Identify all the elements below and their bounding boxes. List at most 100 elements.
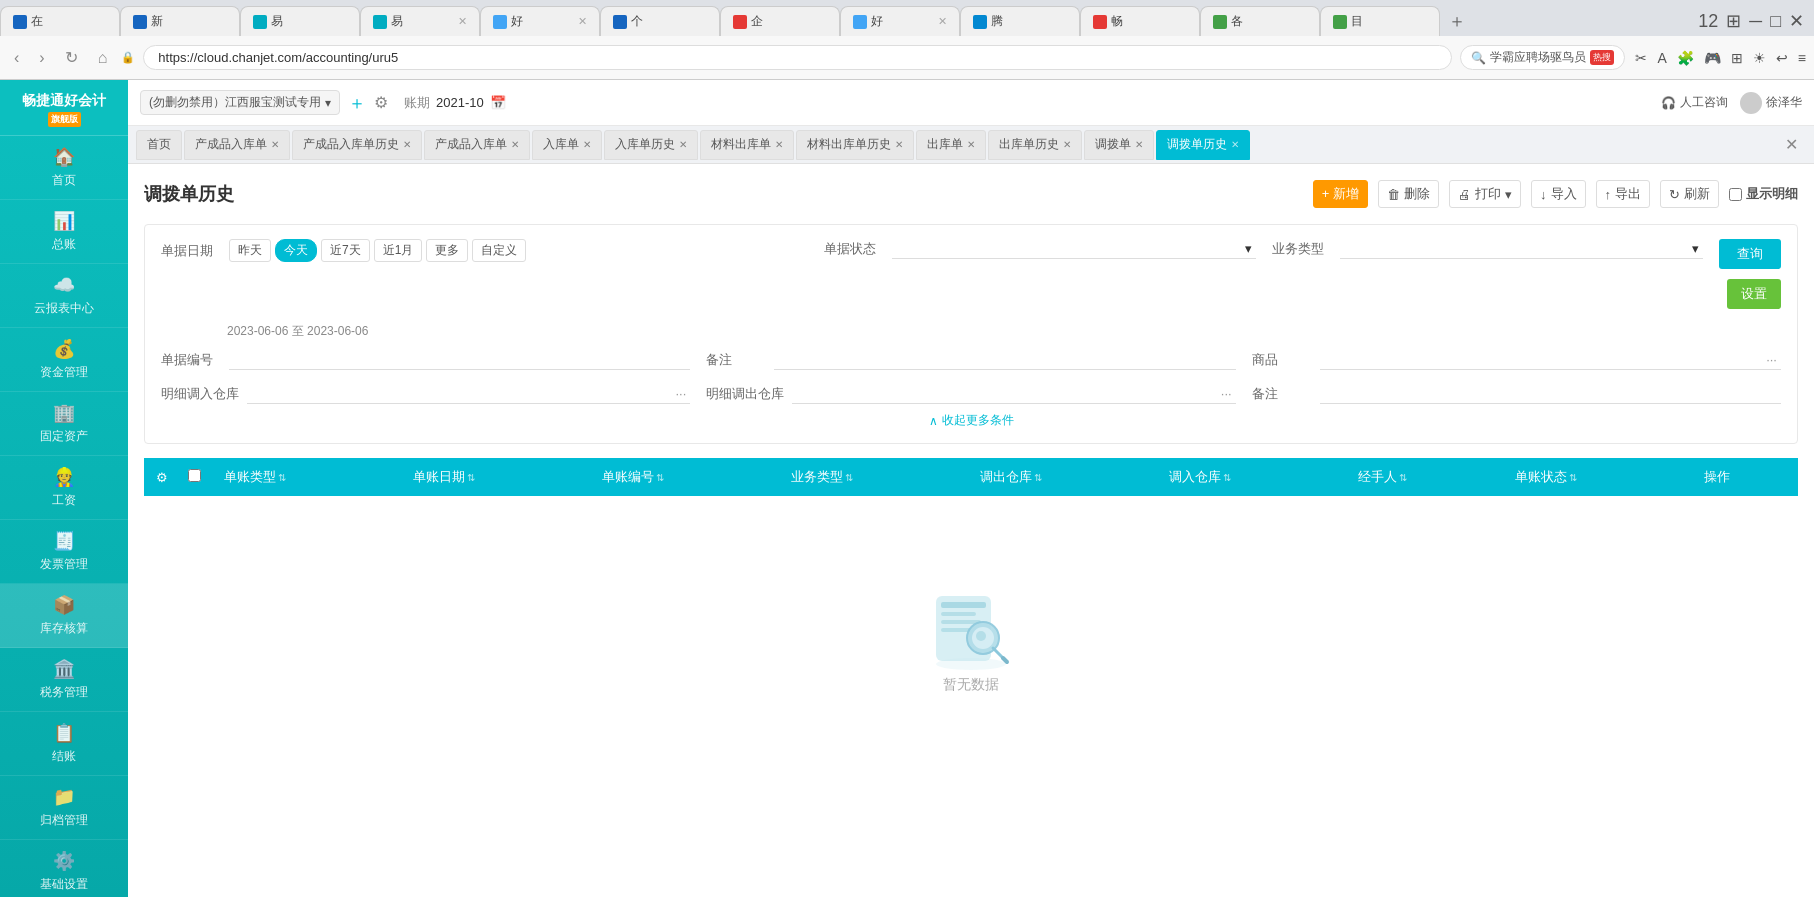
tab-product-in-history[interactable]: 产成品入库单历史 ✕ [292, 130, 422, 160]
tab-transfer[interactable]: 调拨单 ✕ [1084, 130, 1154, 160]
sidebar-item-payroll[interactable]: 👷 工资 [0, 456, 128, 520]
minimize-button[interactable]: ─ [1749, 11, 1762, 32]
tab-close-product-in[interactable]: ✕ [271, 139, 279, 150]
tab-close-outbound-history[interactable]: ✕ [1063, 139, 1071, 150]
tab-outbound-history[interactable]: 出库单历史 ✕ [988, 130, 1082, 160]
product-dots-icon[interactable]: ··· [1762, 352, 1781, 367]
sidebar-item-close[interactable]: 📋 结账 [0, 712, 128, 776]
tab-outbound[interactable]: 出库单 ✕ [916, 130, 986, 160]
browser-tab-10[interactable]: 畅 [1080, 6, 1200, 36]
browser-tab-7[interactable]: 企 [720, 6, 840, 36]
tab-product-in-2[interactable]: 产成品入库单 ✕ [424, 130, 530, 160]
sort-in-warehouse-icon[interactable]: ⇅ [1223, 472, 1231, 483]
forward-button[interactable]: › [33, 47, 50, 69]
home-browser-button[interactable]: ⌂ [92, 47, 114, 69]
search-bar[interactable]: 🔍 学霸应聘场驱鸟员 热搜 [1460, 45, 1625, 70]
display-toggle[interactable]: 显示明细 [1729, 185, 1798, 203]
detail-in-dots-icon[interactable]: ··· [671, 386, 690, 401]
user-info[interactable]: 徐泽华 [1740, 92, 1802, 114]
date-7days[interactable]: 近7天 [321, 239, 370, 262]
sidebar-item-ledger[interactable]: 📊 总账 [0, 200, 128, 264]
sidebar-item-settings[interactable]: ⚙️ 基础设置 [0, 840, 128, 897]
sidebar-item-inventory[interactable]: 📦 库存核算 [0, 584, 128, 648]
detail-out-selector[interactable]: ··· [792, 384, 1235, 404]
tab-close-transfer-history[interactable]: ✕ [1231, 139, 1239, 150]
new-tab-button[interactable]: ＋ [1440, 9, 1474, 33]
tab-product-in[interactable]: 产成品入库单 ✕ [184, 130, 290, 160]
docno-input[interactable] [229, 350, 690, 370]
sidebar-item-assets[interactable]: 🏢 固定资产 [0, 392, 128, 456]
browser-tab-8[interactable]: 好 ✕ [840, 6, 960, 36]
refresh-browser-button[interactable]: ↻ [59, 46, 84, 69]
sort-handler-icon[interactable]: ⇅ [1399, 472, 1407, 483]
tab-home[interactable]: 首页 [136, 130, 182, 160]
date-1month[interactable]: 近1月 [374, 239, 423, 262]
th-checkbox[interactable] [180, 458, 216, 496]
sidebar-item-cash[interactable]: 💰 资金管理 [0, 328, 128, 392]
add-company-button[interactable]: ＋ [348, 91, 366, 115]
browser-tab-4[interactable]: 易 ✕ [360, 6, 480, 36]
detail-out-input[interactable] [792, 384, 1216, 403]
business-select[interactable]: ▾ [1340, 239, 1703, 259]
th-settings[interactable]: ⚙ [144, 458, 180, 496]
browser-tab-2[interactable]: 新 [120, 6, 240, 36]
collapse-button[interactable]: ∧ 收起更多条件 [161, 412, 1781, 429]
sidebar-item-invoice[interactable]: 🧾 发票管理 [0, 520, 128, 584]
service-button[interactable]: 🎧 人工咨询 [1661, 94, 1728, 111]
tab-close-product-in-history[interactable]: ✕ [403, 139, 411, 150]
tab-close-4[interactable]: ✕ [458, 15, 467, 28]
browser-tab-6[interactable]: 个 [600, 6, 720, 36]
remark-input[interactable] [774, 350, 1235, 370]
browser-tab-9[interactable]: 腾 [960, 6, 1080, 36]
tab-close-transfer[interactable]: ✕ [1135, 139, 1143, 150]
import-button[interactable]: ↓ 导入 [1531, 180, 1586, 208]
tab-close-product-in-2[interactable]: ✕ [511, 139, 519, 150]
tab-close-material-out-history[interactable]: ✕ [895, 139, 903, 150]
sort-doc-date-icon[interactable]: ⇅ [467, 472, 475, 483]
browser-tab-3[interactable]: 易 [240, 6, 360, 36]
browser-tab-12[interactable]: 目 [1320, 6, 1440, 36]
query-button[interactable]: 查询 [1719, 239, 1781, 269]
date-more[interactable]: 更多 [426, 239, 468, 262]
tab-close-8[interactable]: ✕ [938, 15, 947, 28]
tab-close-outbound[interactable]: ✕ [967, 139, 975, 150]
export-button[interactable]: ↑ 导出 [1596, 180, 1651, 208]
browser-tab-11[interactable]: 各 [1200, 6, 1320, 36]
delete-button[interactable]: 🗑 删除 [1378, 180, 1439, 208]
sort-doc-status-icon[interactable]: ⇅ [1569, 472, 1577, 483]
display-checkbox[interactable] [1729, 188, 1742, 201]
remark2-input[interactable] [1320, 384, 1781, 404]
browser-tab-5[interactable]: 好 ✕ [480, 6, 600, 36]
date-custom[interactable]: 自定义 [472, 239, 526, 262]
close-window-button[interactable]: ✕ [1789, 10, 1804, 32]
calendar-icon[interactable]: 📅 [490, 95, 506, 110]
product-input[interactable] [1320, 350, 1762, 369]
detail-in-input[interactable] [247, 384, 671, 403]
detail-out-dots-icon[interactable]: ··· [1217, 386, 1236, 401]
print-button[interactable]: 🖨 打印 ▾ [1449, 180, 1521, 208]
sidebar-item-tax[interactable]: 🏛️ 税务管理 [0, 648, 128, 712]
tab-inbound-history[interactable]: 入库单历史 ✕ [604, 130, 698, 160]
address-input[interactable] [143, 45, 1452, 70]
maximize-button[interactable]: □ [1770, 11, 1781, 32]
table-settings-icon[interactable]: ⚙ [156, 470, 168, 485]
tab-close-material-out[interactable]: ✕ [775, 139, 783, 150]
tab-inbound[interactable]: 入库单 ✕ [532, 130, 602, 160]
sort-doc-type-icon[interactable]: ⇅ [278, 472, 286, 483]
back-button[interactable]: ‹ [8, 47, 25, 69]
add-button[interactable]: + 新增 [1313, 180, 1368, 208]
sidebar-item-archive[interactable]: 📁 归档管理 [0, 776, 128, 840]
sidebar-item-home[interactable]: 🏠 首页 [0, 136, 128, 200]
product-selector[interactable]: ··· [1320, 350, 1781, 370]
tab-material-out[interactable]: 材料出库单 ✕ [700, 130, 794, 160]
select-all-checkbox[interactable] [188, 469, 201, 482]
sort-doc-no-icon[interactable]: ⇅ [656, 472, 664, 483]
date-today[interactable]: 今天 [275, 239, 317, 262]
tab-close-inbound-history[interactable]: ✕ [679, 139, 687, 150]
sort-out-warehouse-icon[interactable]: ⇅ [1034, 472, 1042, 483]
sidebar-item-report[interactable]: ☁️ 云报表中心 [0, 264, 128, 328]
tab-close-5[interactable]: ✕ [578, 15, 587, 28]
settings-company-icon[interactable]: ⚙ [374, 93, 388, 112]
browser-tab-1[interactable]: 在 [0, 6, 120, 36]
date-yesterday[interactable]: 昨天 [229, 239, 271, 262]
